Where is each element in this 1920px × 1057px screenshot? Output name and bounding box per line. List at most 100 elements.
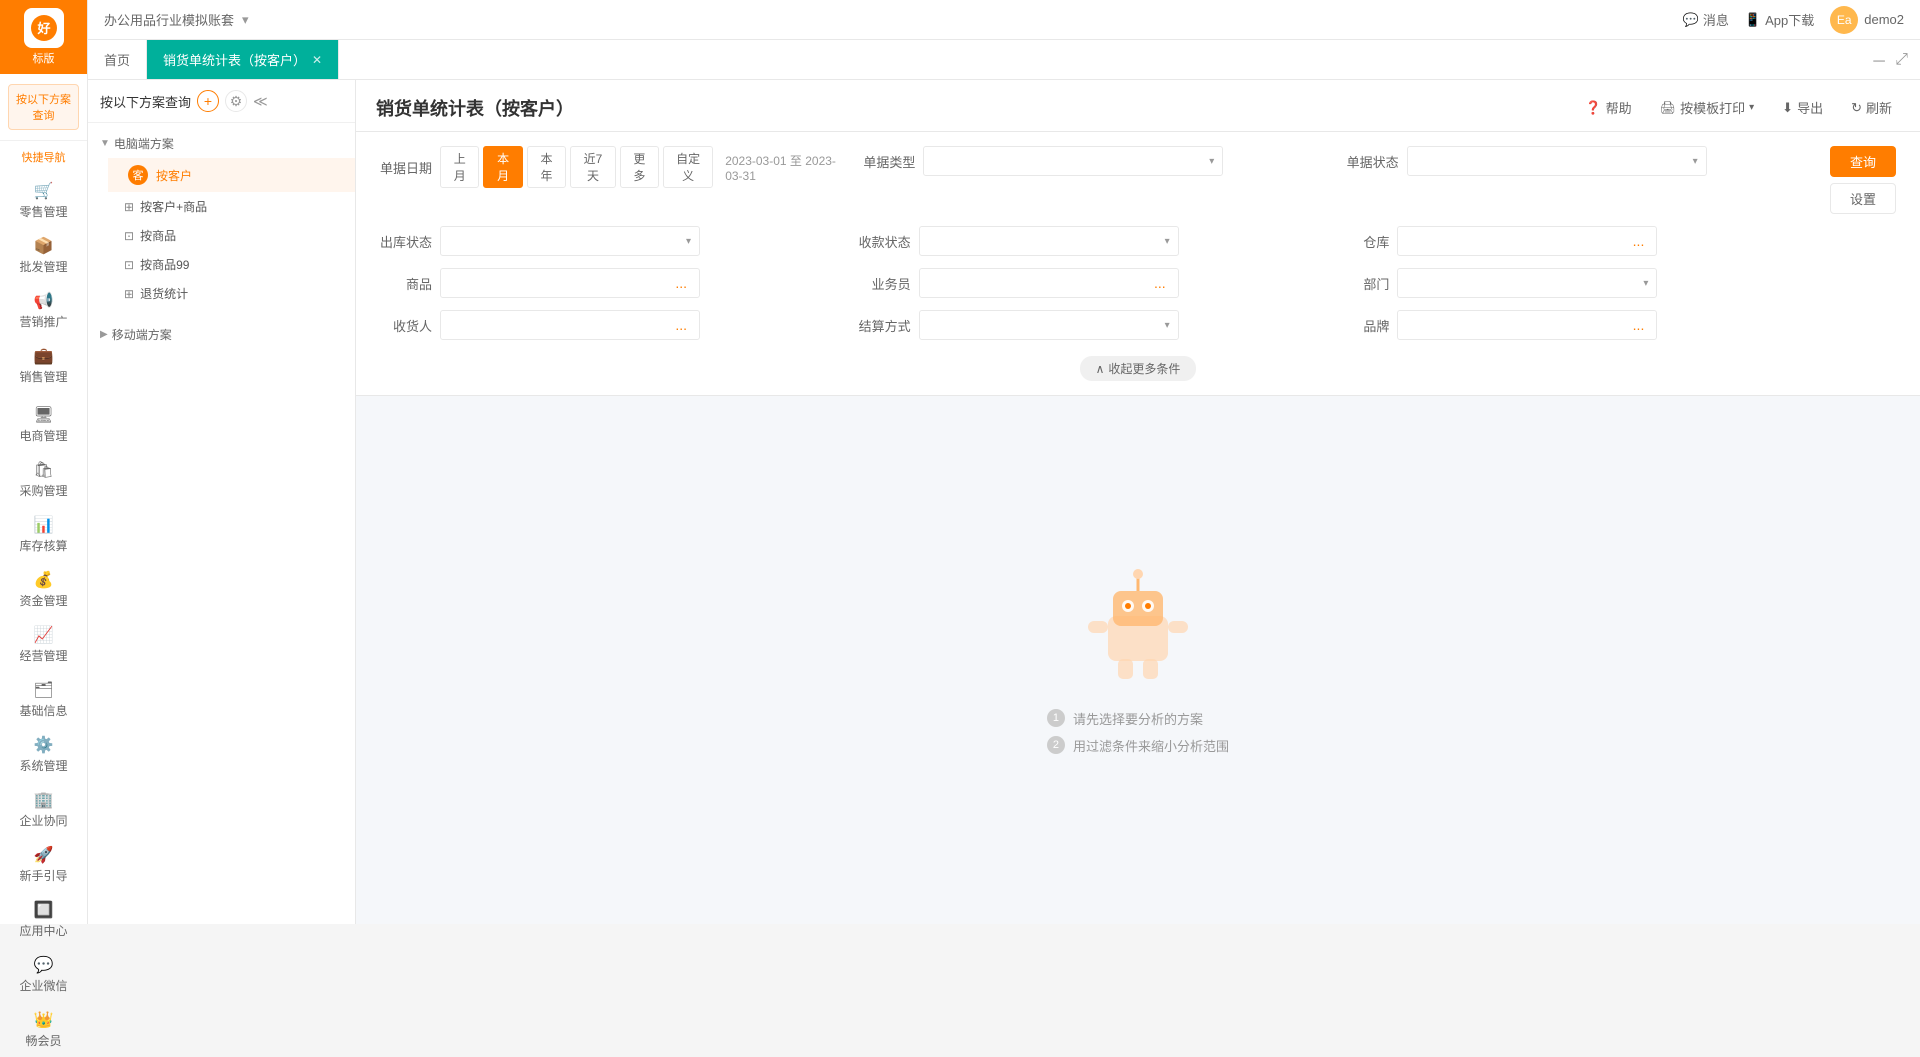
salesman-label: 业务员 — [855, 274, 911, 293]
sidebar-item-enterprise[interactable]: 🏢 企业协同 — [0, 782, 87, 837]
tab-home[interactable]: 首页 — [88, 40, 147, 79]
tab-close-icon[interactable]: ✕ — [312, 53, 322, 67]
user-name: demo2 — [1864, 12, 1904, 27]
sidebar-item-system[interactable]: ⚙️ 系统管理 — [0, 727, 87, 782]
sidebar-item-system-label: 系统管理 — [19, 757, 67, 774]
refresh-label: 刷新 — [1866, 98, 1892, 117]
date-more-btn[interactable]: 更多 — [620, 146, 659, 188]
date-custom-btn[interactable]: 自定义 — [663, 146, 713, 188]
user-area[interactable]: Ea demo2 — [1830, 6, 1904, 34]
settings-button[interactable]: 设置 — [1830, 183, 1896, 214]
sidebar-item-operation[interactable]: 📈 经营管理 — [0, 617, 87, 672]
payment-label: 结算方式 — [855, 316, 911, 335]
tree-item-by-goods-99[interactable]: ⊡ 按商品99 — [108, 250, 355, 279]
industry-dropdown-icon[interactable]: ▾ — [242, 12, 249, 28]
ecommerce-icon: 🖥 — [33, 405, 53, 425]
receipt-status-label: 收款状态 — [855, 232, 911, 251]
tree-item-by-customer[interactable]: 客 按客户 — [108, 158, 355, 192]
date-last-month-btn[interactable]: 上月 — [440, 146, 479, 188]
goods-ellipsis[interactable]: ... — [671, 275, 691, 291]
out-status-dropdown-icon: ▾ — [686, 236, 691, 247]
tree-mobile-header[interactable]: ▶ 移动端方案 — [88, 320, 355, 349]
app-download-button[interactable]: 📱 App下载 — [1745, 10, 1814, 29]
sidebar-item-ecommerce[interactable]: 🖥 电商管理 — [0, 397, 87, 452]
tree-pc-header[interactable]: ▼ 电脑端方案 — [88, 129, 355, 158]
sidebar-item-retail[interactable]: 🛒 零售管理 — [0, 173, 87, 228]
bill-type-select[interactable]: ▾ — [923, 146, 1223, 176]
main-area: 办公用品行业模拟账套 ▾ 💬 消息 📱 App下载 Ea demo2 首页 销货… — [88, 0, 1920, 924]
content-area: 按以下方案查询 + ⚙ ≪ ▼ 电脑端方案 客 按客户 — [88, 80, 1920, 924]
brand-ellipsis[interactable]: ... — [1629, 317, 1649, 333]
payment-select[interactable]: ▾ — [919, 310, 1179, 340]
sidebar-item-ecommerce-label: 电商管理 — [19, 427, 67, 444]
tab-minimize-icon[interactable]: － — [1871, 48, 1887, 72]
tree-pc-items: 客 按客户 ⊞ 按客户+商品 ⊡ 按商品 ⊡ 按商品99 — [88, 158, 355, 308]
tree-section-mobile: ▶ 移动端方案 — [88, 314, 355, 355]
search-menu-button[interactable]: 按以下方案查询 — [8, 84, 79, 130]
dept-label: 部门 — [1333, 274, 1389, 293]
sidebar-item-basic-label: 基础信息 — [19, 702, 67, 719]
sidebar-item-apps[interactable]: 🔲 应用中心 — [0, 892, 87, 947]
template-print-button[interactable]: 🖨 按模板打印 ▾ — [1652, 94, 1763, 121]
add-scheme-button[interactable]: + — [197, 90, 219, 112]
collapse-label: 收起更多条件 — [1108, 360, 1180, 377]
tree-item-by-customer-goods[interactable]: ⊞ 按客户+商品 — [108, 192, 355, 221]
help-label: 帮助 — [1606, 98, 1632, 117]
consignee-select[interactable]: ... — [440, 310, 700, 340]
goods-select[interactable]: ... — [440, 268, 700, 298]
logo-icon: 好 — [24, 8, 64, 48]
tree-item-refund-stat[interactable]: ⊞ 退货统计 — [108, 279, 355, 308]
help-button[interactable]: ❓ 帮助 — [1577, 94, 1639, 121]
sidebar-item-guide-label: 新手引导 — [19, 867, 67, 884]
filter-dept-section: 部门 ▾ — [1333, 268, 1804, 298]
sidebar-item-marketing[interactable]: 📢 营销推广 — [0, 283, 87, 338]
sidebar-item-purchase[interactable]: 🛍 采购管理 — [0, 452, 87, 507]
refresh-icon: ↻ — [1851, 100, 1862, 116]
collapse-more-button[interactable]: ∧ 收起更多条件 — [1080, 356, 1197, 381]
sidebar-item-wholesale[interactable]: 📦 批发管理 — [0, 228, 87, 283]
brand-select[interactable]: ... — [1397, 310, 1657, 340]
warehouse-ellipsis[interactable]: ... — [1629, 233, 1649, 249]
sidebar-item-sales[interactable]: 💼 销售管理 — [0, 338, 87, 393]
message-button[interactable]: 💬 消息 — [1683, 10, 1729, 29]
collapse-panel-button[interactable]: ≪ — [253, 93, 268, 110]
sidebar-item-guide[interactable]: 🚀 新手引导 — [0, 837, 87, 892]
sidebar-item-wechat[interactable]: 💬 企业微信 — [0, 947, 87, 1002]
out-status-select[interactable]: ▾ — [440, 226, 700, 256]
by-goods-label: 按商品 — [140, 227, 176, 244]
enterprise-icon: 🏢 — [34, 790, 54, 810]
sidebar-item-finance[interactable]: 💰 资金管理 — [0, 562, 87, 617]
query-button[interactable]: 查询 — [1830, 146, 1896, 177]
tab-expand-icon[interactable]: ⤢ — [1895, 51, 1908, 69]
settings-scheme-button[interactable]: ⚙ — [225, 90, 247, 112]
message-label: 消息 — [1703, 10, 1729, 29]
refresh-button[interactable]: ↻ 刷新 — [1843, 94, 1900, 121]
collapse-arrow-icon: ∧ — [1096, 362, 1105, 376]
receipt-status-select[interactable]: ▾ — [919, 226, 1179, 256]
date-range-display: 2023-03-01 至 2023-03-31 — [725, 152, 851, 183]
tree-item-by-goods[interactable]: ⊡ 按商品 — [108, 221, 355, 250]
export-button[interactable]: ⬇ 导出 — [1774, 94, 1831, 121]
by-goods-icon: ⊡ — [124, 229, 134, 243]
sidebar-item-basic[interactable]: 🗂 基础信息 — [0, 672, 87, 727]
consignee-ellipsis[interactable]: ... — [671, 317, 691, 333]
sidebar-logo[interactable]: 好 标版 — [0, 0, 87, 74]
sidebar-item-inventory[interactable]: 📊 库存核算 — [0, 507, 87, 562]
date-this-month-btn[interactable]: 本月 — [483, 146, 522, 188]
salesman-select[interactable]: ... — [919, 268, 1179, 298]
dept-select[interactable]: ▾ — [1397, 268, 1657, 298]
bill-status-select[interactable]: ▾ — [1407, 146, 1707, 176]
filter-row-4: 收货人 ... 结算方式 ▾ 品牌 — [376, 310, 1900, 340]
brand-label: 品牌 — [1333, 316, 1389, 335]
inventory-icon: 📊 — [34, 515, 54, 535]
date-last-7-btn[interactable]: 近7天 — [570, 146, 615, 188]
sidebar-item-sales-label: 销售管理 — [19, 368, 67, 385]
tab-sales-stat[interactable]: 销货单统计表（按客户） ✕ — [147, 40, 339, 79]
refund-stat-label: 退货统计 — [140, 285, 188, 302]
date-this-year-btn[interactable]: 本年 — [527, 146, 566, 188]
warehouse-select[interactable]: ... — [1397, 226, 1657, 256]
salesman-ellipsis[interactable]: ... — [1150, 275, 1170, 291]
consignee-label: 收货人 — [376, 316, 432, 335]
bill-status-label: 单据状态 — [1343, 152, 1399, 171]
sidebar-item-member[interactable]: 👑 畅会员 — [0, 1002, 87, 1057]
